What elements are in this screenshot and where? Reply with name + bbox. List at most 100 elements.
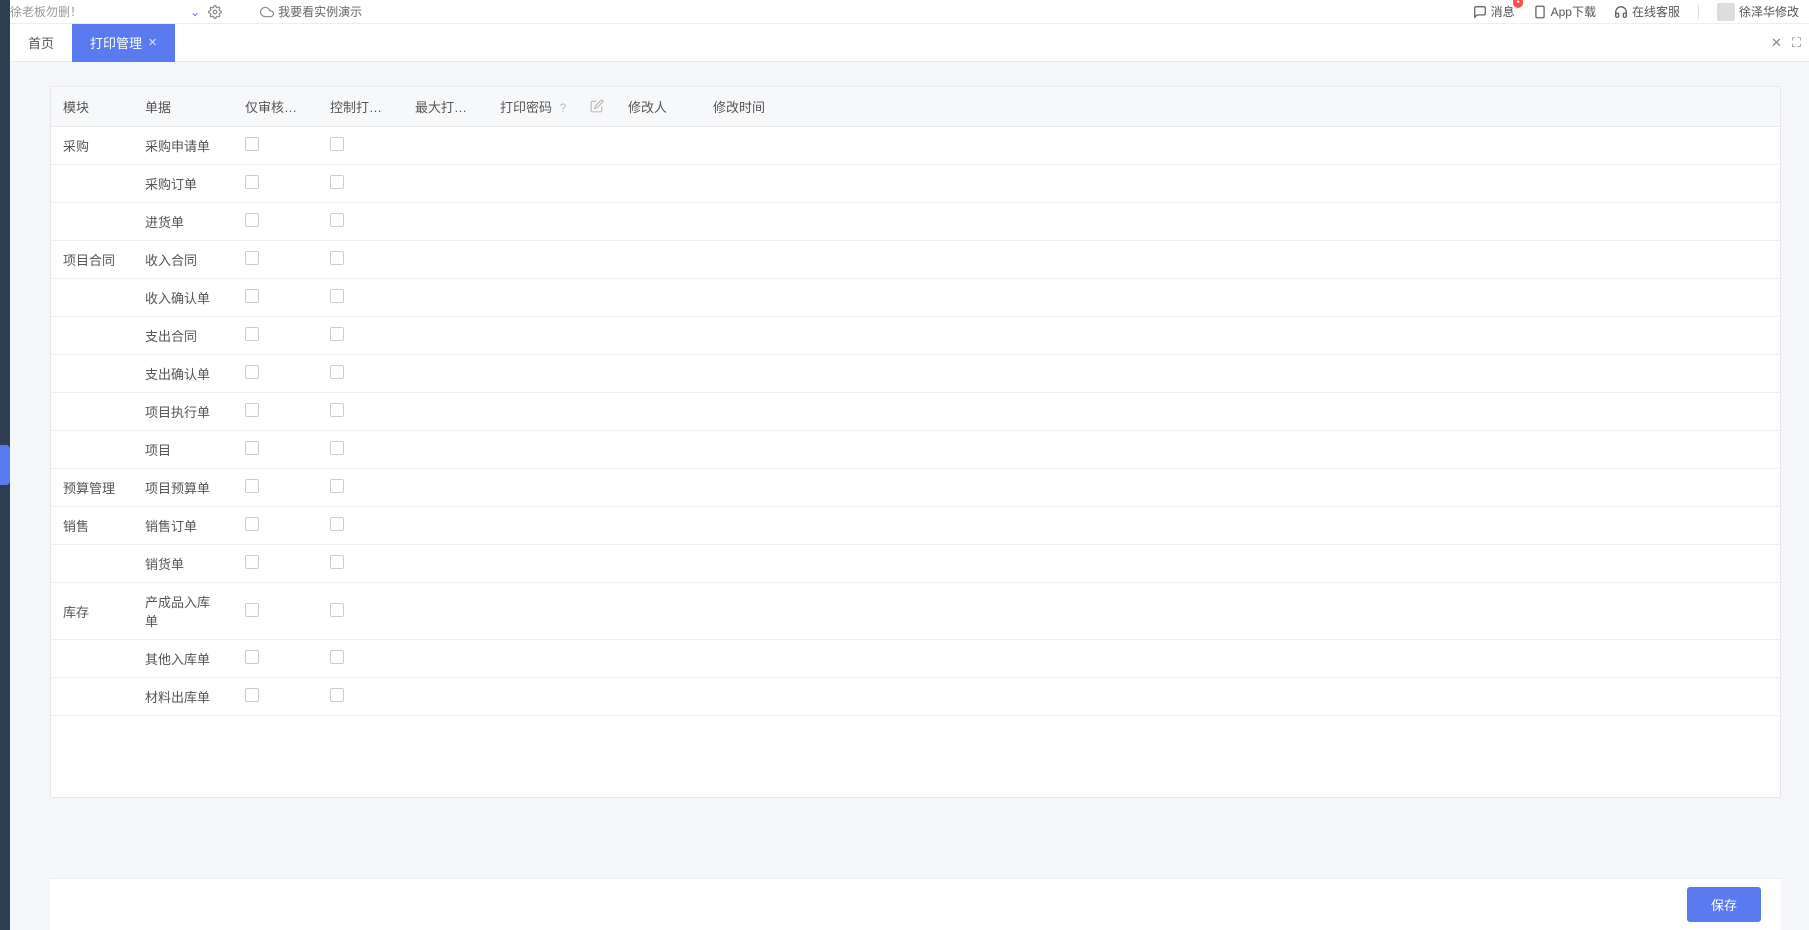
checkbox[interactable] bbox=[330, 403, 344, 417]
divider bbox=[1698, 5, 1699, 19]
user-menu[interactable]: 徐泽华修改 bbox=[1717, 3, 1799, 21]
checkbox[interactable] bbox=[330, 175, 344, 189]
checkbox[interactable] bbox=[330, 479, 344, 493]
checkbox[interactable] bbox=[245, 650, 259, 664]
cell-audit-checkbox bbox=[233, 279, 318, 317]
table-row: 项目执行单 bbox=[51, 393, 1780, 431]
online-service-label: 在线客服 bbox=[1632, 3, 1680, 20]
checkbox[interactable] bbox=[330, 555, 344, 569]
cell-max-print bbox=[403, 127, 488, 165]
tab-print-management[interactable]: 打印管理 ✕ bbox=[72, 24, 175, 62]
checkbox[interactable] bbox=[245, 289, 259, 303]
headset-icon bbox=[1614, 5, 1628, 19]
checkbox[interactable] bbox=[330, 365, 344, 379]
cell-audit-checkbox bbox=[233, 678, 318, 716]
checkbox[interactable] bbox=[245, 517, 259, 531]
cell-audit-checkbox bbox=[233, 640, 318, 678]
cell-module bbox=[51, 545, 133, 583]
footer-bar: 保存 bbox=[50, 878, 1781, 930]
tab-home[interactable]: 首页 bbox=[10, 24, 72, 62]
close-all-tabs-icon[interactable]: ✕ bbox=[1771, 35, 1782, 51]
phone-icon bbox=[1533, 5, 1547, 19]
chevron-down-icon[interactable]: ⌄ bbox=[190, 5, 200, 19]
table-row: 预算管理项目预算单 bbox=[51, 469, 1780, 507]
checkbox[interactable] bbox=[245, 137, 259, 151]
table-row: 支出确认单 bbox=[51, 355, 1780, 393]
checkbox[interactable] bbox=[245, 555, 259, 569]
checkbox[interactable] bbox=[245, 479, 259, 493]
checkbox[interactable] bbox=[330, 688, 344, 702]
cell-max-print bbox=[403, 393, 488, 431]
checkbox[interactable] bbox=[245, 403, 259, 417]
checkbox[interactable] bbox=[245, 251, 259, 265]
save-button[interactable]: 保存 bbox=[1687, 887, 1761, 922]
edit-icon[interactable] bbox=[590, 97, 604, 113]
cloud-icon bbox=[260, 5, 274, 19]
cell-control-checkbox bbox=[318, 583, 403, 640]
sidebar-expand-handle[interactable] bbox=[0, 445, 10, 485]
messages-link[interactable]: 消息 • bbox=[1473, 3, 1515, 20]
online-service-link[interactable]: 在线客服 bbox=[1614, 3, 1680, 20]
cell-doctype: 材料出库单 bbox=[133, 678, 233, 716]
header-control-print: 控制打印... bbox=[318, 87, 403, 127]
checkbox[interactable] bbox=[245, 441, 259, 455]
cell-module bbox=[51, 431, 133, 469]
cell-password bbox=[488, 507, 616, 545]
fullscreen-icon[interactable]: ⛶ bbox=[1792, 35, 1801, 51]
header-audit-check: 仅审核后... bbox=[233, 87, 318, 127]
help-icon[interactable]: ? bbox=[560, 101, 567, 115]
cell-control-checkbox bbox=[318, 545, 403, 583]
checkbox[interactable] bbox=[330, 517, 344, 531]
cell-max-print bbox=[403, 203, 488, 241]
header-password-label: 打印密码 bbox=[500, 100, 552, 115]
cell-modifier bbox=[616, 545, 701, 583]
checkbox[interactable] bbox=[330, 441, 344, 455]
cell-modify-time bbox=[701, 393, 1780, 431]
checkbox[interactable] bbox=[245, 688, 259, 702]
checkbox[interactable] bbox=[330, 213, 344, 227]
cell-password bbox=[488, 279, 616, 317]
cell-modifier bbox=[616, 317, 701, 355]
checkbox[interactable] bbox=[245, 365, 259, 379]
checkbox[interactable] bbox=[330, 251, 344, 265]
checkbox[interactable] bbox=[245, 603, 259, 617]
checkbox[interactable] bbox=[245, 175, 259, 189]
checkbox[interactable] bbox=[330, 603, 344, 617]
checkbox[interactable] bbox=[330, 650, 344, 664]
checkbox[interactable] bbox=[330, 289, 344, 303]
cell-module: 销售 bbox=[51, 507, 133, 545]
app-download-link[interactable]: App下载 bbox=[1533, 3, 1596, 20]
cell-modify-time bbox=[701, 469, 1780, 507]
cell-module bbox=[51, 165, 133, 203]
close-icon[interactable]: ✕ bbox=[148, 36, 157, 49]
tab-home-label: 首页 bbox=[28, 33, 54, 52]
checkbox[interactable] bbox=[245, 327, 259, 341]
header-max-print: 最大打印... bbox=[403, 87, 488, 127]
checkbox[interactable] bbox=[245, 213, 259, 227]
print-settings-table: 模块 单据 仅审核后... 控制打印... 最大打印... 打印密码 ? bbox=[50, 86, 1781, 798]
cell-max-print bbox=[403, 678, 488, 716]
cell-modifier bbox=[616, 507, 701, 545]
cell-password bbox=[488, 203, 616, 241]
cell-modify-time bbox=[701, 507, 1780, 545]
cell-control-checkbox bbox=[318, 431, 403, 469]
cell-modifier bbox=[616, 431, 701, 469]
messages-label: 消息 bbox=[1491, 3, 1515, 20]
cell-max-print bbox=[403, 469, 488, 507]
table-row: 销货单 bbox=[51, 545, 1780, 583]
cell-module: 项目合同 bbox=[51, 241, 133, 279]
table-row: 项目 bbox=[51, 431, 1780, 469]
cell-password bbox=[488, 583, 616, 640]
cell-modify-time bbox=[701, 203, 1780, 241]
demo-link[interactable]: 我要看实例演示 bbox=[260, 3, 362, 20]
cell-doctype: 产成品入库单 bbox=[133, 583, 233, 640]
cell-control-checkbox bbox=[318, 393, 403, 431]
cell-module: 库存 bbox=[51, 583, 133, 640]
cell-doctype: 采购订单 bbox=[133, 165, 233, 203]
checkbox[interactable] bbox=[330, 327, 344, 341]
cell-password bbox=[488, 355, 616, 393]
checkbox[interactable] bbox=[330, 137, 344, 151]
cell-modifier bbox=[616, 583, 701, 640]
gear-icon[interactable] bbox=[208, 4, 222, 20]
cell-module bbox=[51, 393, 133, 431]
